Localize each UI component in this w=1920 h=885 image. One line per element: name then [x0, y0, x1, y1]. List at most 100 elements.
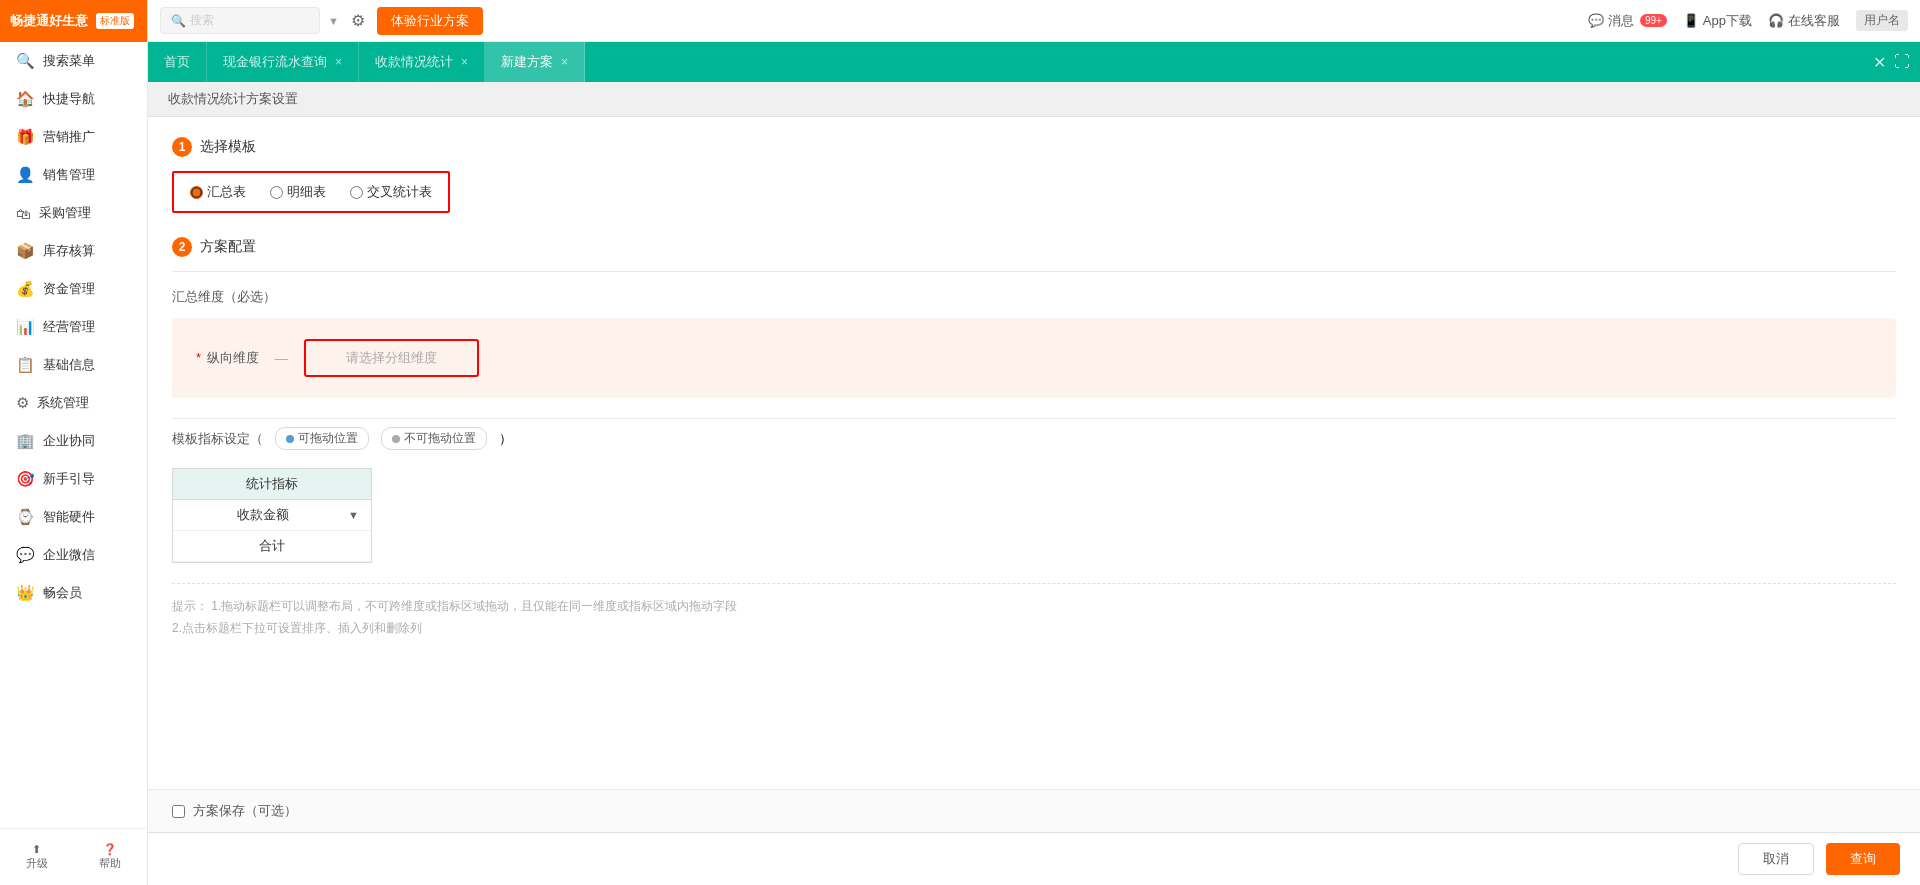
gift-icon: 🎁: [16, 128, 35, 146]
draggable-dot: [286, 435, 294, 443]
page-title: 收款情况统计方案设置: [148, 82, 1920, 117]
sidebar: 畅捷通好生意 标准版 🔍 搜索菜单 🏠 快捷导航 🎁 营销推广 👤 销售管理 🛍…: [0, 0, 148, 885]
tab-bank[interactable]: 现金银行流水查询 ×: [207, 42, 359, 82]
chart-icon: 📊: [16, 318, 35, 336]
non-draggable-dot: [392, 435, 400, 443]
sidebar-item-hardware[interactable]: ⌚ 智能硬件: [0, 498, 147, 536]
stats-table: 统计指标 收款金额 ▼ 合计: [172, 468, 372, 563]
download-icon: 📱: [1683, 13, 1699, 28]
tab-close-icon[interactable]: ✕: [1873, 53, 1886, 72]
sidebar-item-guide[interactable]: 🎯 新手引导: [0, 460, 147, 498]
stats-table-header: 统计指标: [173, 469, 371, 500]
radio-summary[interactable]: 汇总表: [190, 183, 246, 201]
save-checkbox[interactable]: [172, 805, 185, 818]
sidebar-item-basic[interactable]: 📋 基础信息: [0, 346, 147, 384]
radio-cross[interactable]: 交叉统计表: [350, 183, 432, 201]
sidebar-bottom: ⬆ 升级 ❓ 帮助: [0, 828, 147, 885]
cancel-button[interactable]: 取消: [1738, 843, 1814, 875]
message-icon: 💬: [1588, 13, 1604, 28]
step2-number: 2: [172, 237, 192, 257]
sidebar-item-inventory[interactable]: 📦 库存核算: [0, 232, 147, 270]
save-option-label: 方案保存（可选）: [193, 802, 297, 820]
draggable-tag: 可拖动位置: [275, 427, 369, 450]
step2-header: 2 方案配置: [172, 237, 1896, 257]
settings-icon: ⚙: [16, 394, 29, 412]
sidebar-item-label: 基础信息: [43, 356, 95, 374]
tab-home[interactable]: 首页: [148, 42, 207, 82]
stats-total: 合计: [185, 537, 359, 555]
user-profile[interactable]: 用户名: [1856, 10, 1908, 31]
dim-select-box[interactable]: 请选择分组维度: [304, 339, 479, 377]
tab-new-plan[interactable]: 新建方案 ×: [485, 42, 585, 82]
vertical-dim-label: * 纵向维度: [196, 349, 259, 367]
query-button[interactable]: 查询: [1826, 843, 1900, 875]
search-icon: 🔍: [171, 14, 186, 28]
sidebar-item-label: 智能硬件: [43, 508, 95, 526]
step2-title: 方案配置: [200, 238, 256, 256]
radio-cross-input[interactable]: [350, 186, 363, 199]
stats-table-row-total: 合计: [173, 531, 371, 562]
radio-detail-input[interactable]: [270, 186, 283, 199]
sidebar-item-label: 畅会员: [43, 584, 82, 602]
tip-1: 提示： 1.拖动标题栏可以调整布局，不可跨维度或指标区域拖动，且仅能在同一维度或…: [172, 596, 1896, 618]
tabs-right-actions: ✕ ⛶: [1863, 42, 1920, 82]
sidebar-item-wechat[interactable]: 💬 企业微信: [0, 536, 147, 574]
step1-number: 1: [172, 137, 192, 157]
message-button[interactable]: 💬 消息 99+: [1588, 12, 1667, 30]
content-area: 收款情况统计方案设置 1 选择模板 汇总表 明细表: [148, 82, 1920, 832]
building-icon: 🏢: [16, 432, 35, 450]
trial-industry-button[interactable]: 体验行业方案: [377, 7, 483, 35]
app-download-button[interactable]: 📱 App下载: [1683, 12, 1752, 30]
sidebar-item-label: 经营管理: [43, 318, 95, 336]
sidebar-item-marketing[interactable]: 🎁 营销推广: [0, 118, 147, 156]
sidebar-item-system[interactable]: ⚙ 系统管理: [0, 384, 147, 422]
sidebar-item-quick-nav[interactable]: 🏠 快捷导航: [0, 80, 147, 118]
sidebar-item-operation[interactable]: 📊 经营管理: [0, 308, 147, 346]
sidebar-item-search-menu[interactable]: 🔍 搜索菜单: [0, 42, 147, 80]
sidebar-item-label: 营销推广: [43, 128, 95, 146]
sidebar-item-purchase[interactable]: 🛍 采购管理: [0, 194, 147, 232]
radio-detail[interactable]: 明细表: [270, 183, 326, 201]
metrics-header: 模板指标设定（ 可拖动位置 不可拖动位置 ）: [172, 418, 1896, 458]
sidebar-item-label: 新手引导: [43, 470, 95, 488]
settings-icon[interactable]: ⚙: [351, 11, 365, 30]
sidebar-item-label: 企业微信: [43, 546, 95, 564]
radio-summary-input[interactable]: [190, 186, 203, 199]
tab-new-plan-close[interactable]: ×: [561, 55, 568, 69]
sidebar-item-label: 销售管理: [43, 166, 95, 184]
sidebar-item-label: 资金管理: [43, 280, 95, 298]
help-btn[interactable]: ❓ 帮助: [74, 837, 148, 877]
tab-bank-close[interactable]: ×: [335, 55, 342, 69]
tab-collect[interactable]: 收款情况统计 ×: [359, 42, 485, 82]
home-icon: 🏠: [16, 90, 35, 108]
sidebar-item-sales[interactable]: 👤 销售管理: [0, 156, 147, 194]
sidebar-item-member[interactable]: 👑 畅会员: [0, 574, 147, 612]
clipboard-icon: 📋: [16, 356, 35, 374]
money-icon: 💰: [16, 280, 35, 298]
bag-icon: 🛍: [16, 205, 31, 222]
sidebar-item-label: 采购管理: [39, 204, 91, 222]
sidebar-item-fund[interactable]: 💰 资金管理: [0, 270, 147, 308]
tab-expand-icon[interactable]: ⛶: [1894, 53, 1910, 71]
footer-bar: 取消 查询: [148, 832, 1920, 885]
sidebar-item-corp[interactable]: 🏢 企业协同: [0, 422, 147, 460]
online-consult-button[interactable]: 🎧 在线客服: [1768, 12, 1840, 30]
step1-title: 选择模板: [200, 138, 256, 156]
form-area: 1 选择模板 汇总表 明细表 交叉统计表: [148, 117, 1920, 789]
template-select-group: 汇总表 明细表 交叉统计表: [172, 171, 450, 213]
tip-2: 2.点击标题栏下拉可设置排序、插入列和删除列: [172, 618, 1896, 640]
tab-bar: 首页 现金银行流水查询 × 收款情况统计 × 新建方案 × ✕ ⛶: [148, 42, 1920, 82]
step1-section: 1 选择模板 汇总表 明细表 交叉统计表: [172, 137, 1896, 213]
topbar-dropdown-arrow[interactable]: ▼: [328, 15, 339, 27]
sidebar-item-label: 系统管理: [37, 394, 89, 412]
tab-collect-close[interactable]: ×: [461, 55, 468, 69]
sidebar-item-label: 快捷导航: [43, 90, 95, 108]
metrics-title: 模板指标设定（: [172, 430, 263, 448]
upgrade-btn[interactable]: ⬆ 升级: [0, 837, 74, 877]
step2-section: 2 方案配置 汇总维度（必选） * 纵向维度 — 请选择分组维度: [172, 237, 1896, 639]
sidebar-logo: 畅捷通好生意 标准版: [0, 0, 147, 42]
col1-dropdown[interactable]: ▼: [348, 509, 359, 521]
dim-arrow: —: [275, 351, 288, 366]
plan-config: 汇总维度（必选） * 纵向维度 — 请选择分组维度 模板指标设定（: [172, 271, 1896, 639]
topbar-search-box[interactable]: 🔍 搜索: [160, 7, 320, 34]
